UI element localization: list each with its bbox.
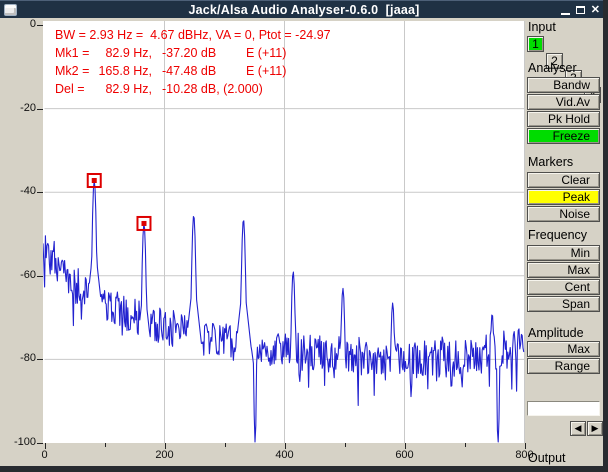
- section-label-input: Input: [528, 20, 556, 34]
- frequency-cent-button[interactable]: Cent: [527, 279, 600, 295]
- input-1-button[interactable]: 1: [527, 36, 544, 52]
- section-label-frequency: Frequency: [528, 228, 587, 242]
- frequency-min-button[interactable]: Min: [527, 245, 600, 261]
- y-axis-label: 0: [6, 18, 36, 30]
- window-title: Jack/Alsa Audio Analyser-0.6.0 [jaaa]: [0, 3, 608, 17]
- markers-peak-button[interactable]: Peak: [527, 189, 600, 205]
- readout-tail: E (+11): [246, 64, 286, 78]
- section-label-analyser: Analyser: [528, 61, 577, 75]
- window-bottom-border: [0, 466, 608, 472]
- amplitude-max-button[interactable]: Max: [527, 341, 600, 357]
- output-label: Output: [528, 451, 566, 465]
- x-axis-tick: [465, 443, 466, 447]
- titlebar: Jack/Alsa Audio Analyser-0.6.0 [jaaa] ✕: [0, 0, 608, 18]
- amplitude-range-button[interactable]: Range: [527, 358, 600, 374]
- x-axis-tick: [345, 443, 346, 447]
- readout-freq: 82.9 Hz,: [93, 46, 152, 60]
- y-axis-tick: [37, 359, 43, 360]
- readout-label: Mk2 =: [55, 64, 89, 78]
- x-axis-tick: [105, 443, 106, 447]
- markers-clear-button[interactable]: Clear: [527, 172, 600, 188]
- readout-label: Mk1 =: [55, 46, 89, 60]
- y-axis-label: -20: [6, 102, 36, 114]
- maximize-icon[interactable]: [576, 6, 585, 14]
- readout-freq: 165.8 Hz,: [93, 64, 152, 78]
- analyser-vid-av-button[interactable]: Vid.Av: [527, 94, 600, 110]
- spectrum-trace: [43, 181, 524, 443]
- y-axis-label: -40: [6, 185, 36, 197]
- readout-level: -10.28 dB, (2.000): [162, 82, 263, 96]
- readout-tail: E (+11): [246, 46, 286, 60]
- scroll-right-button[interactable]: ▶: [587, 421, 603, 436]
- window-right-border: [603, 0, 608, 472]
- y-axis-label: -100: [6, 436, 36, 448]
- x-axis-label: 200: [150, 449, 180, 461]
- y-axis-tick: [37, 276, 43, 277]
- analyser-freeze-button[interactable]: Freeze: [527, 128, 600, 144]
- x-axis-label: 400: [270, 449, 300, 461]
- scroll-left-button[interactable]: ◀: [570, 421, 586, 436]
- window-controls: ✕: [561, 1, 600, 19]
- app-window: Jack/Alsa Audio Analyser-0.6.0 [jaaa] ✕ …: [0, 0, 608, 472]
- analyser-bandw-button[interactable]: Bandw: [527, 77, 600, 93]
- readout-freq: 82.9 Hz,: [93, 82, 152, 96]
- y-axis-label: -80: [6, 352, 36, 364]
- analyser-pk-hold-button[interactable]: Pk Hold: [527, 111, 600, 127]
- y-axis-tick: [37, 192, 43, 193]
- y-axis-tick: [37, 109, 43, 110]
- x-axis-tick: [225, 443, 226, 447]
- readout-level: -47.48 dB: [162, 64, 216, 78]
- y-axis-label: -60: [6, 269, 36, 281]
- readout-bw-line: BW = 2.93 Hz = 4.67 dBHz, VA = 0, Ptot =…: [55, 28, 331, 46]
- readout-level: -37.20 dB: [162, 46, 216, 60]
- x-axis-label: 600: [390, 449, 420, 461]
- close-icon[interactable]: ✕: [591, 1, 600, 19]
- minimize-icon[interactable]: [561, 13, 570, 15]
- section-label-markers: Markers: [528, 155, 573, 169]
- y-axis-tick: [37, 443, 43, 444]
- frequency-span-button[interactable]: Span: [527, 296, 600, 312]
- markers-noise-button[interactable]: Noise: [527, 206, 600, 222]
- output-value-field[interactable]: [527, 401, 600, 416]
- readout-label: Del =: [55, 82, 85, 96]
- y-axis-tick: [37, 25, 43, 26]
- frequency-max-button[interactable]: Max: [527, 262, 600, 278]
- section-label-amplitude: Amplitude: [528, 326, 584, 340]
- x-axis-label: 0: [30, 449, 60, 461]
